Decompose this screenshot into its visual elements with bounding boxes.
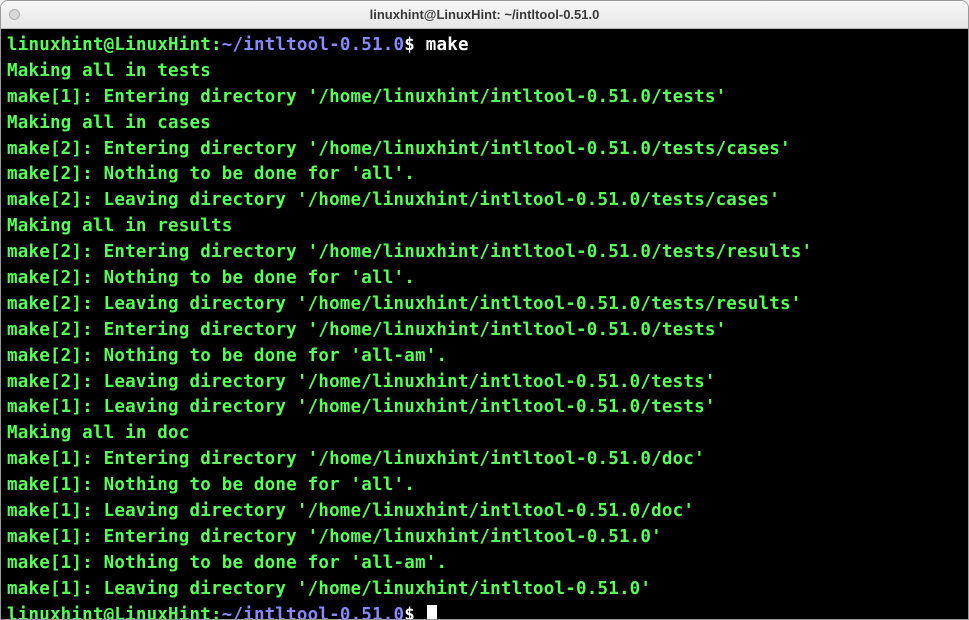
prompt-symbol: $ [404,35,415,55]
prompt-separator: : [211,35,222,55]
title-bar[interactable]: linuxhint@LinuxHint: ~/intltool-0.51.0 [1,1,968,29]
output-line: Making all in cases [7,113,211,133]
output-line: make[1]: Entering directory '/home/linux… [7,527,662,547]
output-line: make[2]: Nothing to be done for 'all'. [7,164,415,184]
terminal-window: linuxhint@LinuxHint: ~/intltool-0.51.0 l… [0,0,969,620]
output-line: make[1]: Leaving directory '/home/linuxh… [7,579,651,599]
output-line: make[2]: Nothing to be done for 'all-am'… [7,346,447,366]
output-line: make[2]: Nothing to be done for 'all'. [7,268,415,288]
output-line: make[2]: Leaving directory '/home/linuxh… [7,190,780,210]
prompt-symbol: $ [404,605,415,619]
output-line: make[2]: Leaving directory '/home/linuxh… [7,294,801,314]
window-control-dot[interactable] [9,9,20,20]
prompt-line-2: linuxhint@LinuxHint:~/intltool-0.51.0$ [7,605,437,619]
output-line: make[1]: Entering directory '/home/linux… [7,449,705,469]
output-line: Making all in results [7,216,232,236]
prompt-path: ~/intltool-0.51.0 [222,605,405,619]
output-line: Making all in tests [7,61,211,81]
output-line: Making all in doc [7,423,190,443]
prompt-user-host: linuxhint@LinuxHint [7,35,211,55]
terminal-output-area[interactable]: linuxhint@LinuxHint:~/intltool-0.51.0$ m… [1,29,968,619]
output-line: make[1]: Nothing to be done for 'all-am'… [7,553,447,573]
window-title: linuxhint@LinuxHint: ~/intltool-0.51.0 [1,7,968,22]
cursor [427,605,437,619]
output-line: make[2]: Entering directory '/home/linux… [7,242,812,262]
output-line: make[1]: Nothing to be done for 'all'. [7,475,415,495]
prompt-line-1: linuxhint@LinuxHint:~/intltool-0.51.0$ m… [7,35,469,55]
command-text: make [426,35,469,55]
output-line: make[2]: Leaving directory '/home/linuxh… [7,372,716,392]
prompt-separator: : [211,605,222,619]
prompt-user-host: linuxhint@LinuxHint [7,605,211,619]
output-line: make[1]: Entering directory '/home/linux… [7,87,726,107]
prompt-path: ~/intltool-0.51.0 [222,35,405,55]
output-line: make[1]: Leaving directory '/home/linuxh… [7,397,716,417]
output-line: make[2]: Entering directory '/home/linux… [7,320,726,340]
output-line: make[1]: Leaving directory '/home/linuxh… [7,501,694,521]
output-line: make[2]: Entering directory '/home/linux… [7,139,791,159]
